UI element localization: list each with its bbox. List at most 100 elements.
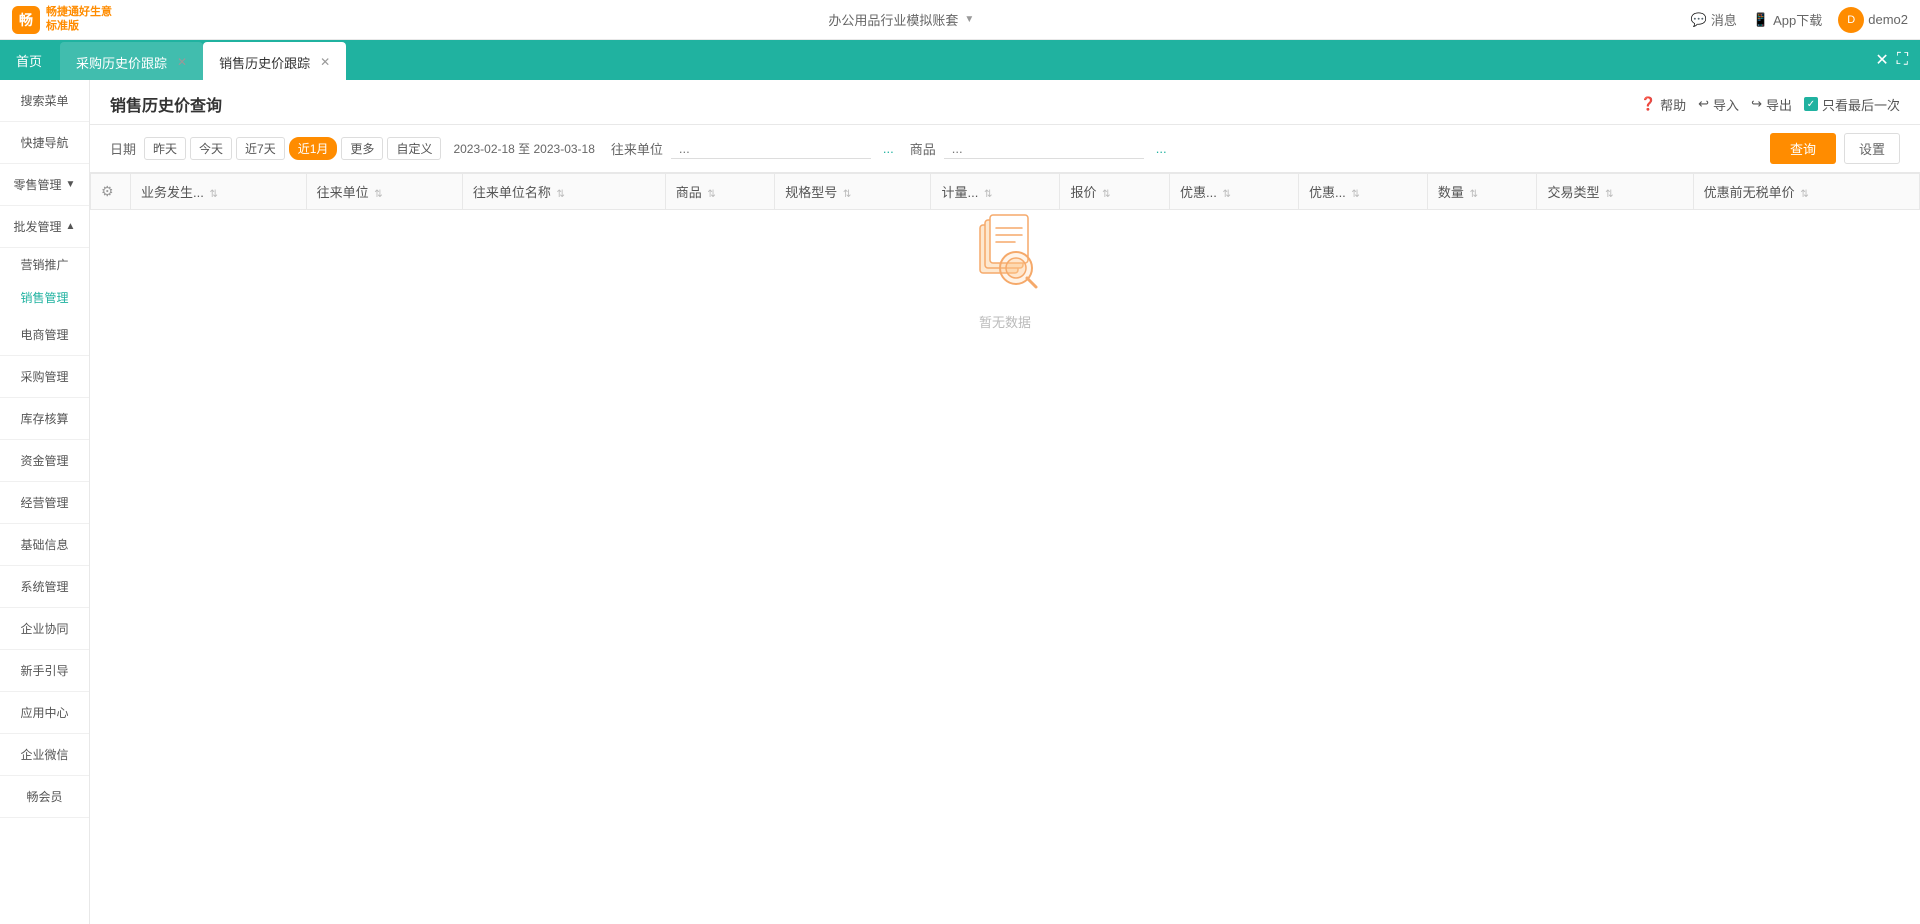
only-last-checkbox[interactable]: ✓ 只看最后一次 — [1804, 95, 1900, 114]
table-header-spec[interactable]: 规格型号 ⇅ — [775, 174, 931, 210]
sort-icon-quantity: ⇅ — [1470, 189, 1478, 200]
checkbox-icon: ✓ — [1804, 97, 1818, 111]
top-bar: 畅 畅捷通好生意 标准版 办公用品行业模拟账套 ▼ 💬 消息 📱 App下载 D… — [0, 0, 1920, 40]
sidebar-item-finance-mgmt[interactable]: 资金管理 — [0, 440, 89, 482]
message-button[interactable]: 💬 消息 — [1691, 10, 1737, 29]
empty-illustration — [960, 210, 1050, 300]
goods-ellipsis-button[interactable]: ... — [1156, 141, 1167, 156]
sort-icon-unit: ⇅ — [984, 189, 992, 200]
sidebar-item-enterprise-wechat[interactable]: 企业微信 — [0, 734, 89, 776]
date-btn-custom[interactable]: 自定义 — [387, 137, 441, 160]
sidebar-item-purchase-mgmt[interactable]: 采购管理 — [0, 356, 89, 398]
app-download-icon: 📱 — [1753, 12, 1769, 28]
page-header: 销售历史价查询 ❓ 帮助 ↩ 导入 ↪ 导出 ✓ 只看最后一次 — [90, 80, 1920, 125]
sort-icon-discount2: ⇅ — [1351, 189, 1359, 200]
tab-home[interactable]: 首页 — [0, 40, 58, 80]
tab-sales-history-close[interactable]: ✕ — [320, 55, 330, 69]
page-header-actions: ❓ 帮助 ↩ 导入 ↪ 导出 ✓ 只看最后一次 — [1640, 95, 1900, 114]
empty-state: 暂无数据 — [90, 210, 1920, 331]
table-header-trade-type[interactable]: 交易类型 ⇅ — [1537, 174, 1693, 210]
sidebar-item-sales-mgmt[interactable]: 销售管理 — [0, 281, 89, 314]
table-header-goods[interactable]: 商品 ⇅ — [665, 174, 775, 210]
app-selector-arrow[interactable]: ▼ — [964, 14, 974, 25]
user-menu[interactable]: D demo2 — [1838, 7, 1908, 33]
avatar: D — [1838, 7, 1864, 33]
settings-button[interactable]: 设置 — [1844, 133, 1900, 164]
date-btn-7days[interactable]: 近7天 — [236, 137, 285, 160]
table-header-biz-date[interactable]: 业务发生... ⇅ — [131, 174, 307, 210]
date-btn-yesterday[interactable]: 昨天 — [144, 137, 186, 160]
sidebar-item-quick-nav[interactable]: 快捷导航 — [0, 122, 89, 164]
goods-filter-group: 商品 ... — [910, 139, 1167, 159]
close-all-tabs-button[interactable]: ✕ — [1875, 50, 1888, 70]
logo-area: 畅 畅捷通好生意 标准版 — [12, 6, 112, 34]
sort-icon-spec: ⇅ — [843, 189, 851, 200]
sidebar-item-member-club[interactable]: 畅会员 — [0, 776, 89, 818]
goods-input[interactable] — [944, 139, 1144, 159]
tab-bar-actions: ✕ ⛶ — [1875, 50, 1920, 70]
sidebar-item-search-menu[interactable]: 搜索菜单 — [0, 80, 89, 122]
gear-icon[interactable]: ⚙ — [101, 183, 114, 199]
table-header-discount2[interactable]: 优惠... ⇅ — [1298, 174, 1427, 210]
import-button[interactable]: ↩ 导入 — [1698, 95, 1739, 114]
top-bar-left: 畅 畅捷通好生意 标准版 — [12, 6, 112, 34]
table-header-partner-code[interactable]: 往来单位 ⇅ — [306, 174, 462, 210]
table-header-pre-discount-price[interactable]: 优惠前无税单价 ⇅ — [1693, 174, 1919, 210]
help-button[interactable]: ❓ 帮助 — [1640, 95, 1686, 114]
content-area: 销售历史价查询 ❓ 帮助 ↩ 导入 ↪ 导出 ✓ 只看最后一次 — [90, 80, 1920, 924]
table-header-row: ⚙ 业务发生... ⇅ 往来单位 ⇅ 往来单位名称 ⇅ — [91, 174, 1920, 210]
import-icon: ↩ — [1698, 96, 1709, 112]
logo-text: 畅捷通好生意 标准版 — [46, 6, 112, 32]
sort-icon-quote: ⇅ — [1102, 189, 1110, 200]
sidebar-item-operations-mgmt[interactable]: 经营管理 — [0, 482, 89, 524]
logo-icon: 畅 — [12, 6, 40, 34]
sidebar-item-system-mgmt[interactable]: 系统管理 — [0, 566, 89, 608]
partner-filter-group: 往来单位 ... — [611, 139, 894, 159]
data-table: ⚙ 业务发生... ⇅ 往来单位 ⇅ 往来单位名称 ⇅ — [90, 173, 1920, 210]
sort-icon-biz-date: ⇅ — [209, 189, 217, 200]
page-title: 销售历史价查询 — [110, 92, 222, 116]
table-header-quote[interactable]: 报价 ⇅ — [1060, 174, 1170, 210]
table-container: ⚙ 业务发生... ⇅ 往来单位 ⇅ 往来单位名称 ⇅ — [90, 173, 1920, 924]
sidebar-item-enterprise-coop[interactable]: 企业协同 — [0, 608, 89, 650]
date-label: 日期 — [110, 139, 136, 158]
date-btn-1month[interactable]: 近1月 — [289, 137, 338, 160]
sidebar-item-ecommerce-mgmt[interactable]: 电商管理 — [0, 314, 89, 356]
sidebar-item-app-center[interactable]: 应用中心 — [0, 692, 89, 734]
tab-purchase-history-close[interactable]: ✕ — [177, 55, 187, 69]
sort-icon-pre-discount-price: ⇅ — [1800, 189, 1808, 200]
app-download-button[interactable]: 📱 App下载 — [1753, 10, 1822, 29]
table-header-partner-name[interactable]: 往来单位名称 ⇅ — [462, 174, 665, 210]
sidebar-item-marketing[interactable]: 营销推广 — [0, 248, 89, 281]
app-selector[interactable]: 办公用品行业模拟账套 ▼ — [828, 10, 974, 29]
sidebar-item-retail-mgmt[interactable]: 零售管理 ▼ — [0, 164, 89, 206]
sidebar-item-new-guide[interactable]: 新手引导 — [0, 650, 89, 692]
table-header-quantity[interactable]: 数量 ⇅ — [1427, 174, 1537, 210]
export-icon: ↪ — [1751, 96, 1762, 112]
table-header-settings[interactable]: ⚙ — [91, 174, 131, 210]
date-btn-more[interactable]: 更多 — [341, 137, 383, 160]
date-filter-group: 日期 昨天 今天 近7天 近1月 更多 自定义 2023-02-18 至 202… — [110, 137, 595, 160]
sort-icon-partner-code: ⇅ — [374, 189, 382, 200]
export-button[interactable]: ↪ 导出 — [1751, 95, 1792, 114]
sidebar: 搜索菜单 快捷导航 零售管理 ▼ 批发管理 ▲ 营销推广 销售管理 电商管理 采… — [0, 80, 90, 924]
table-header-unit[interactable]: 计量... ⇅ — [931, 174, 1060, 210]
wholesale-mgmt-arrow-icon: ▲ — [66, 221, 76, 232]
partner-input[interactable] — [671, 139, 871, 159]
partner-ellipsis-button[interactable]: ... — [883, 141, 894, 156]
sidebar-item-wholesale-mgmt[interactable]: 批发管理 ▲ — [0, 206, 89, 248]
tab-purchase-history[interactable]: 采购历史价跟踪 ✕ — [60, 42, 203, 82]
retail-mgmt-arrow-icon: ▼ — [66, 179, 76, 190]
query-button[interactable]: 查询 — [1770, 133, 1836, 164]
date-btn-today[interactable]: 今天 — [190, 137, 232, 160]
partner-label: 往来单位 — [611, 139, 663, 158]
filter-bar: 日期 昨天 今天 近7天 近1月 更多 自定义 2023-02-18 至 202… — [90, 125, 1920, 173]
tab-sales-history[interactable]: 销售历史价跟踪 ✕ — [203, 42, 346, 82]
main-layout: 搜索菜单 快捷导航 零售管理 ▼ 批发管理 ▲ 营销推广 销售管理 电商管理 采… — [0, 80, 1920, 924]
sidebar-item-inventory-check[interactable]: 库存核算 — [0, 398, 89, 440]
expand-button[interactable]: ⛶ — [1897, 51, 1908, 69]
tab-bar: 首页 采购历史价跟踪 ✕ 销售历史价跟踪 ✕ ✕ ⛶ — [0, 40, 1920, 80]
table-header-discount1[interactable]: 优惠... ⇅ — [1169, 174, 1298, 210]
top-bar-right: 💬 消息 📱 App下载 D demo2 — [1691, 7, 1908, 33]
sidebar-item-basic-info[interactable]: 基础信息 — [0, 524, 89, 566]
